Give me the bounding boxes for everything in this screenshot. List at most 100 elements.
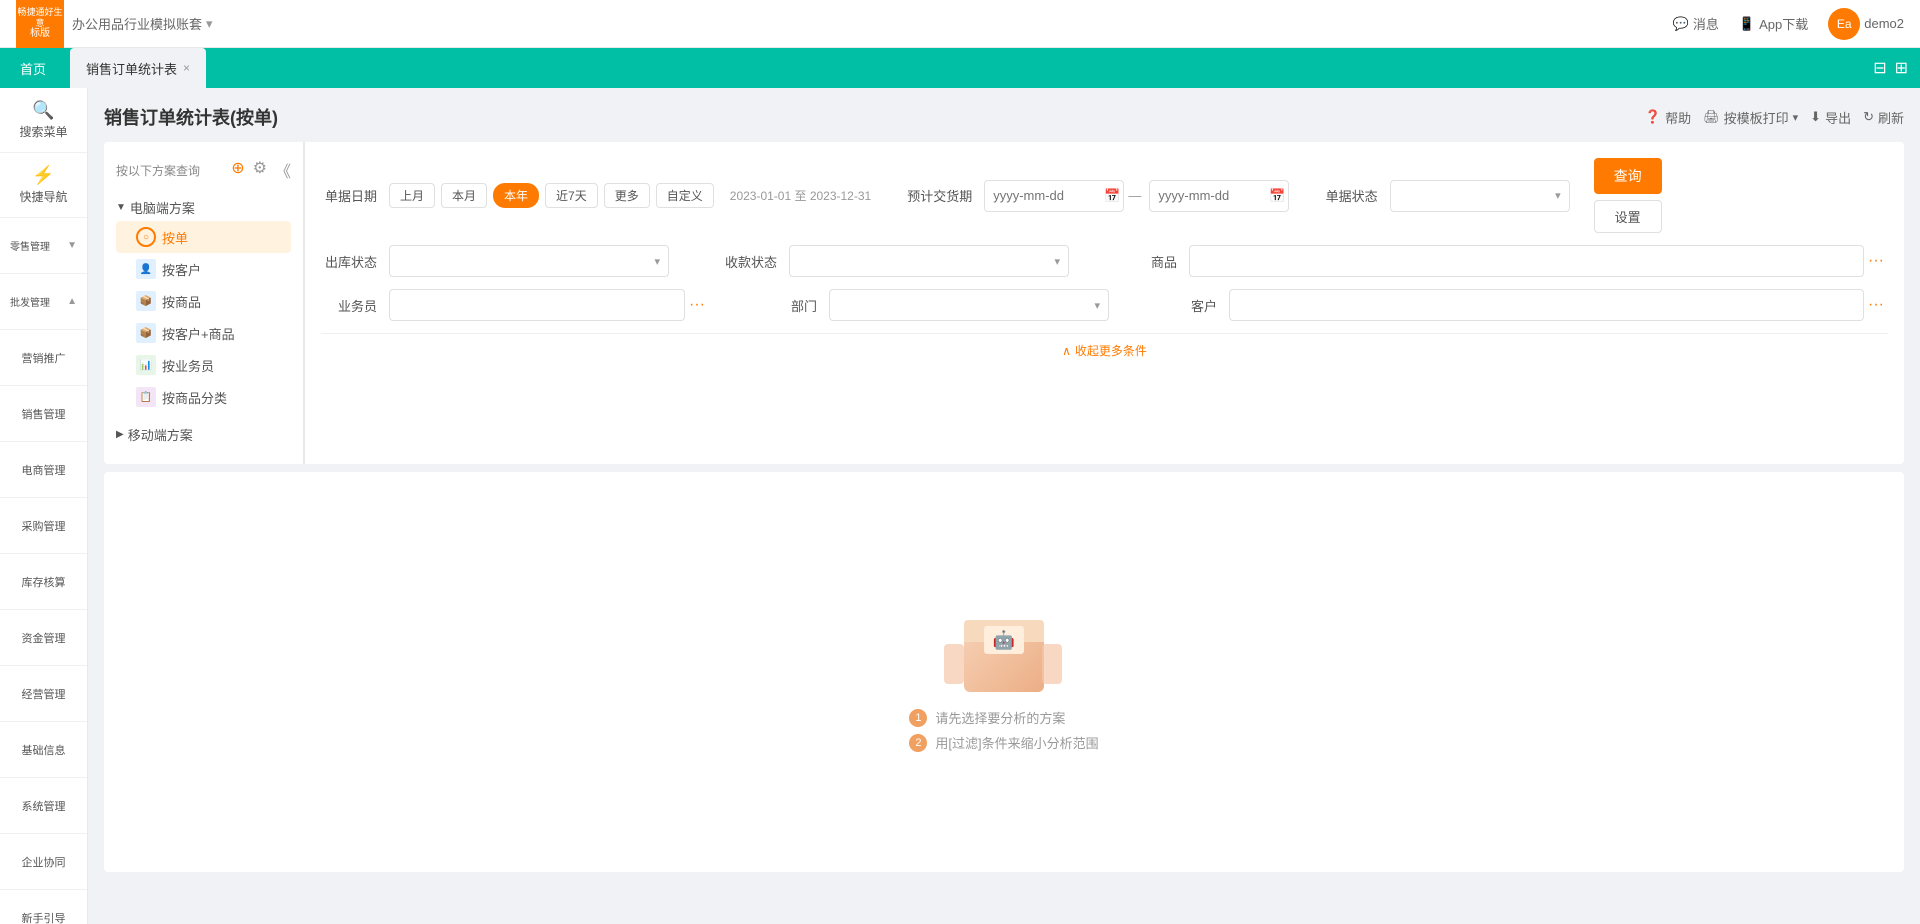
scheme-item-by-customer[interactable]: 👤 按客户	[116, 253, 291, 285]
doc-status-label: 单据状态	[1322, 186, 1378, 205]
dept-select[interactable]: ▾	[829, 289, 1109, 321]
sidebar-item-label: 库存核算	[22, 574, 66, 590]
message-label: 消息	[1693, 14, 1719, 33]
collapse-icon: ∧	[1062, 344, 1071, 358]
date-to-calendar-icon[interactable]: 📅	[1269, 188, 1285, 204]
customer-input[interactable]	[1229, 289, 1864, 321]
date-btn-more[interactable]: 更多	[604, 183, 650, 208]
tab-home[interactable]: 首页	[0, 48, 66, 88]
ship-status-arrow-icon: ▾	[654, 255, 660, 268]
receipt-status-select[interactable]: ▾	[789, 245, 1069, 277]
goods-more-icon[interactable]: ···	[1864, 252, 1888, 270]
tab-close-button[interactable]: ×	[183, 61, 190, 75]
sidebar-item-sales[interactable]: 销售管理	[0, 386, 87, 442]
sidebar-item-retail[interactable]: 零售管理 ▼	[0, 218, 87, 274]
ship-status-label: 出库状态	[321, 252, 377, 271]
scheme-item-by-cust-prod[interactable]: 📦 按客户+商品	[116, 317, 291, 349]
refresh-button[interactable]: ↻ 刷新	[1863, 108, 1904, 127]
by-staff-icon: 📊	[136, 355, 156, 375]
empty-illustration: 🤖	[944, 592, 1064, 692]
expected-date-from[interactable]	[984, 180, 1124, 212]
filter-row-2: 出库状态 ▾ 收款状态 ▾ 商品 ···	[321, 245, 1888, 277]
sidebar-item-label: 快捷导航	[19, 188, 67, 205]
wholesale-arrow-icon: ▲	[67, 296, 77, 307]
user-name: demo2	[1864, 16, 1904, 31]
help-button[interactable]: ❓ 帮助	[1645, 108, 1691, 127]
goods-input[interactable]	[1189, 245, 1864, 277]
sidebar-item-label: 企业协同	[22, 854, 66, 870]
ship-status-select[interactable]: ▾	[389, 245, 669, 277]
sidebar-item-label: 经营管理	[22, 686, 66, 702]
date-btn-last-month[interactable]: 上月	[389, 183, 435, 208]
scheme-item-by-staff[interactable]: 📊 按业务员	[116, 349, 291, 381]
logo-text: 畅捷通好生意	[16, 7, 64, 29]
refresh-label: 刷新	[1878, 108, 1904, 127]
sidebar-item-operation[interactable]: 经营管理	[0, 666, 87, 722]
sidebar-item-purchase[interactable]: 采购管理	[0, 498, 87, 554]
retail-arrow-icon: ▼	[67, 240, 77, 251]
sidebar-item-wholesale[interactable]: 批发管理 ▲	[0, 274, 87, 330]
hint-num-1: 1	[909, 709, 927, 727]
collapse-bar[interactable]: ∧ 收起更多条件	[321, 333, 1888, 367]
date-btn-7days[interactable]: 近7天	[545, 183, 598, 208]
user-profile[interactable]: Ea demo2	[1828, 8, 1904, 40]
sidebar-item-label: 批发管理	[10, 294, 50, 309]
minimize-icon[interactable]: ⊟	[1873, 58, 1886, 78]
sidebar-item-newbie[interactable]: 新手引导	[0, 890, 87, 924]
settings-scheme-icon[interactable]: ⚙	[253, 158, 267, 182]
query-button[interactable]: 查询	[1594, 158, 1662, 194]
sidebar-item-finance[interactable]: 资金管理	[0, 610, 87, 666]
staff-input[interactable]	[389, 289, 685, 321]
scheme-item-by-order[interactable]: ○ 按单	[116, 221, 291, 253]
app-download-button[interactable]: 📱 App下载	[1739, 14, 1808, 33]
pc-scheme-header[interactable]: ▼ 电脑端方案	[116, 194, 291, 221]
collapse-scheme-icon[interactable]: 《	[275, 158, 291, 182]
receipt-status-arrow-icon: ▾	[1054, 255, 1060, 268]
page-actions: ❓ 帮助 🖨 按模板打印 ▾ ⬇ 导出 ↻ 刷新	[1645, 108, 1904, 127]
staff-more-icon[interactable]: ···	[685, 296, 709, 314]
sidebar-item-inventory[interactable]: 库存核算	[0, 554, 87, 610]
doc-status-select[interactable]: ▾	[1390, 180, 1570, 212]
date-from-calendar-icon[interactable]: 📅	[1104, 188, 1120, 204]
scheme-item-label: 按业务员	[162, 356, 214, 375]
dropdown-arrow-icon[interactable]: ▾	[206, 16, 213, 32]
settings-button[interactable]: 设置	[1594, 200, 1662, 233]
maximize-icon[interactable]: ⊞	[1895, 58, 1908, 78]
logo-subtext: 标版	[30, 28, 50, 40]
by-category-icon: 📋	[136, 387, 156, 407]
scheme-item-by-product[interactable]: 📦 按商品	[116, 285, 291, 317]
goods-label: 商品	[1121, 252, 1177, 271]
date-btn-custom[interactable]: 自定义	[656, 183, 714, 208]
customer-more-icon[interactable]: ···	[1864, 296, 1888, 314]
by-order-icon: ○	[136, 227, 156, 247]
date-btn-this-year[interactable]: 本年	[493, 183, 539, 208]
add-scheme-icon[interactable]: ⊕	[231, 158, 244, 182]
sidebar-item-search-menu[interactable]: 🔍 搜索菜单	[0, 88, 87, 153]
scheme-item-by-category[interactable]: 📋 按商品分类	[116, 381, 291, 413]
sidebar-item-system[interactable]: 系统管理	[0, 778, 87, 834]
expected-date-to[interactable]	[1149, 180, 1289, 212]
mobile-scheme-group: ▶ 移动端方案	[104, 417, 303, 452]
sidebar-item-basic[interactable]: 基础信息	[0, 722, 87, 778]
message-button[interactable]: 💬 消息	[1673, 14, 1719, 33]
empty-hint-1: 1 请先选择要分析的方案	[909, 708, 1098, 727]
date-btn-this-month[interactable]: 本月	[441, 183, 487, 208]
scheme-item-label: 按单	[162, 228, 188, 247]
sidebar-item-quick-nav[interactable]: ⚡ 快捷导航	[0, 153, 87, 218]
export-button[interactable]: ⬇ 导出	[1810, 108, 1851, 127]
hint-num-2: 2	[909, 734, 927, 752]
by-cust-prod-icon: 📦	[136, 323, 156, 343]
mobile-scheme-header[interactable]: ▶ 移动端方案	[116, 421, 291, 448]
by-product-icon: 📦	[136, 291, 156, 311]
sidebar-item-marketing[interactable]: 营销推广	[0, 330, 87, 386]
by-customer-icon: 👤	[136, 259, 156, 279]
tab-active[interactable]: 销售订单统计表 ×	[70, 48, 206, 88]
main-content: 销售订单统计表(按单) ❓ 帮助 🖨 按模板打印 ▾ ⬇ 导出 ↻ 刷新	[88, 88, 1920, 924]
customer-label: 客户	[1161, 296, 1217, 315]
sidebar-item-label: 电商管理	[22, 462, 66, 478]
print-button[interactable]: 🖨 按模板打印 ▾	[1703, 108, 1798, 127]
sidebar-item-ecommerce[interactable]: 电商管理	[0, 442, 87, 498]
sidebar-item-label: 采购管理	[22, 518, 66, 534]
sidebar-item-corp[interactable]: 企业协同	[0, 834, 87, 890]
print-icon: 🖨	[1703, 109, 1720, 125]
